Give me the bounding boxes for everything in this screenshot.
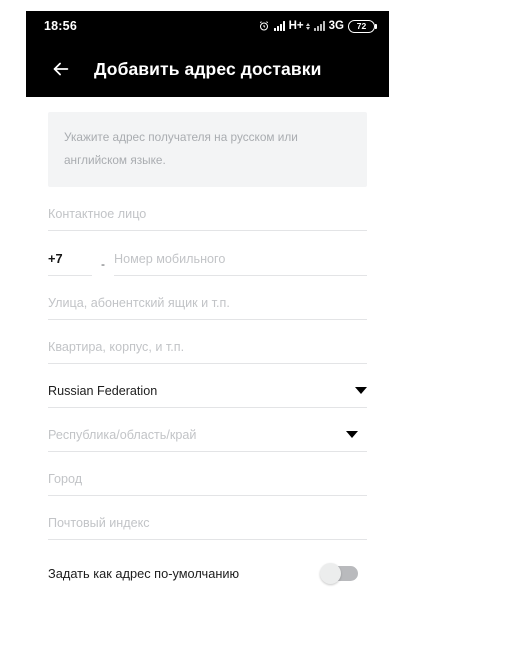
field-underline: Квартира, корпус, и т.п.	[48, 338, 367, 364]
data-transfer-arrows-icon	[305, 22, 310, 30]
field-street[interactable]: Улица, абонентский ящик и т.п.	[48, 276, 367, 320]
field-phone-row: +7 - Номер мобильного	[48, 231, 367, 276]
city-input[interactable]: Город	[48, 470, 367, 488]
field-underline: Russian Federation	[48, 382, 367, 408]
street-input[interactable]: Улица, абонентский ящик и т.п.	[48, 294, 367, 312]
default-address-label: Задать как адрес по-умолчанию	[48, 566, 240, 581]
field-underline: Улица, абонентский ящик и т.п.	[48, 294, 367, 320]
field-underline: Почтовый индекс	[48, 514, 367, 540]
field-underline: Город	[48, 470, 367, 496]
apartment-input[interactable]: Квартира, корпус, и т.п.	[48, 338, 367, 356]
country-select-value[interactable]: Russian Federation	[48, 382, 157, 400]
field-underline: Республика/область/край	[48, 426, 367, 452]
mobile-number-field[interactable]: Номер мобильного	[114, 250, 367, 276]
country-code-value[interactable]: +7	[48, 250, 92, 268]
address-form: Укажите адрес получателя на русском или …	[26, 112, 389, 669]
region-select-value[interactable]: Республика/область/край	[48, 426, 196, 444]
status-bar: 18:56 H+ 3G 72	[26, 11, 389, 41]
contact-person-input[interactable]: Контактное лицо	[48, 205, 367, 223]
default-address-toggle[interactable]	[320, 563, 358, 584]
field-apartment[interactable]: Квартира, корпус, и т.п.	[48, 320, 367, 364]
country-code-field[interactable]: +7	[48, 250, 92, 276]
battery-indicator: 72	[348, 19, 377, 33]
default-address-row: Задать как адрес по-умолчанию	[48, 540, 367, 584]
field-city[interactable]: Город	[48, 452, 367, 496]
back-button[interactable]	[46, 54, 76, 84]
field-postcode[interactable]: Почтовый индекс	[48, 496, 367, 540]
chevron-down-icon[interactable]	[355, 387, 367, 394]
network-type-3g: 3G	[328, 20, 344, 32]
alarm-clock-icon	[259, 21, 268, 31]
status-indicators: H+ 3G 72	[258, 19, 377, 33]
signal-bars-sim1-icon	[273, 21, 285, 31]
field-contact-person[interactable]: Контактное лицо	[48, 187, 367, 231]
phone-screenshot: 18:56 H+ 3G 72 Добавить адрес доставки У…	[26, 11, 389, 669]
field-country-select[interactable]: Russian Federation	[48, 364, 367, 408]
mobile-number-input[interactable]: Номер мобильного	[114, 250, 367, 268]
app-bar: Добавить адрес доставки	[26, 41, 389, 97]
status-clock: 18:56	[44, 19, 77, 33]
postcode-input[interactable]: Почтовый индекс	[48, 514, 367, 532]
field-region-select[interactable]: Республика/область/край	[48, 408, 367, 452]
toggle-knob	[320, 563, 341, 584]
notice-banner: Укажите адрес получателя на русском или …	[48, 112, 367, 187]
page-title: Добавить адрес доставки	[94, 58, 322, 79]
phone-separator: -	[101, 257, 105, 271]
arrow-left-icon	[53, 62, 69, 76]
network-type-hplus: H+	[289, 20, 310, 32]
chevron-down-icon[interactable]	[346, 431, 358, 438]
signal-bars-sim2-icon	[313, 21, 325, 31]
field-underline: Контактное лицо	[48, 205, 367, 231]
